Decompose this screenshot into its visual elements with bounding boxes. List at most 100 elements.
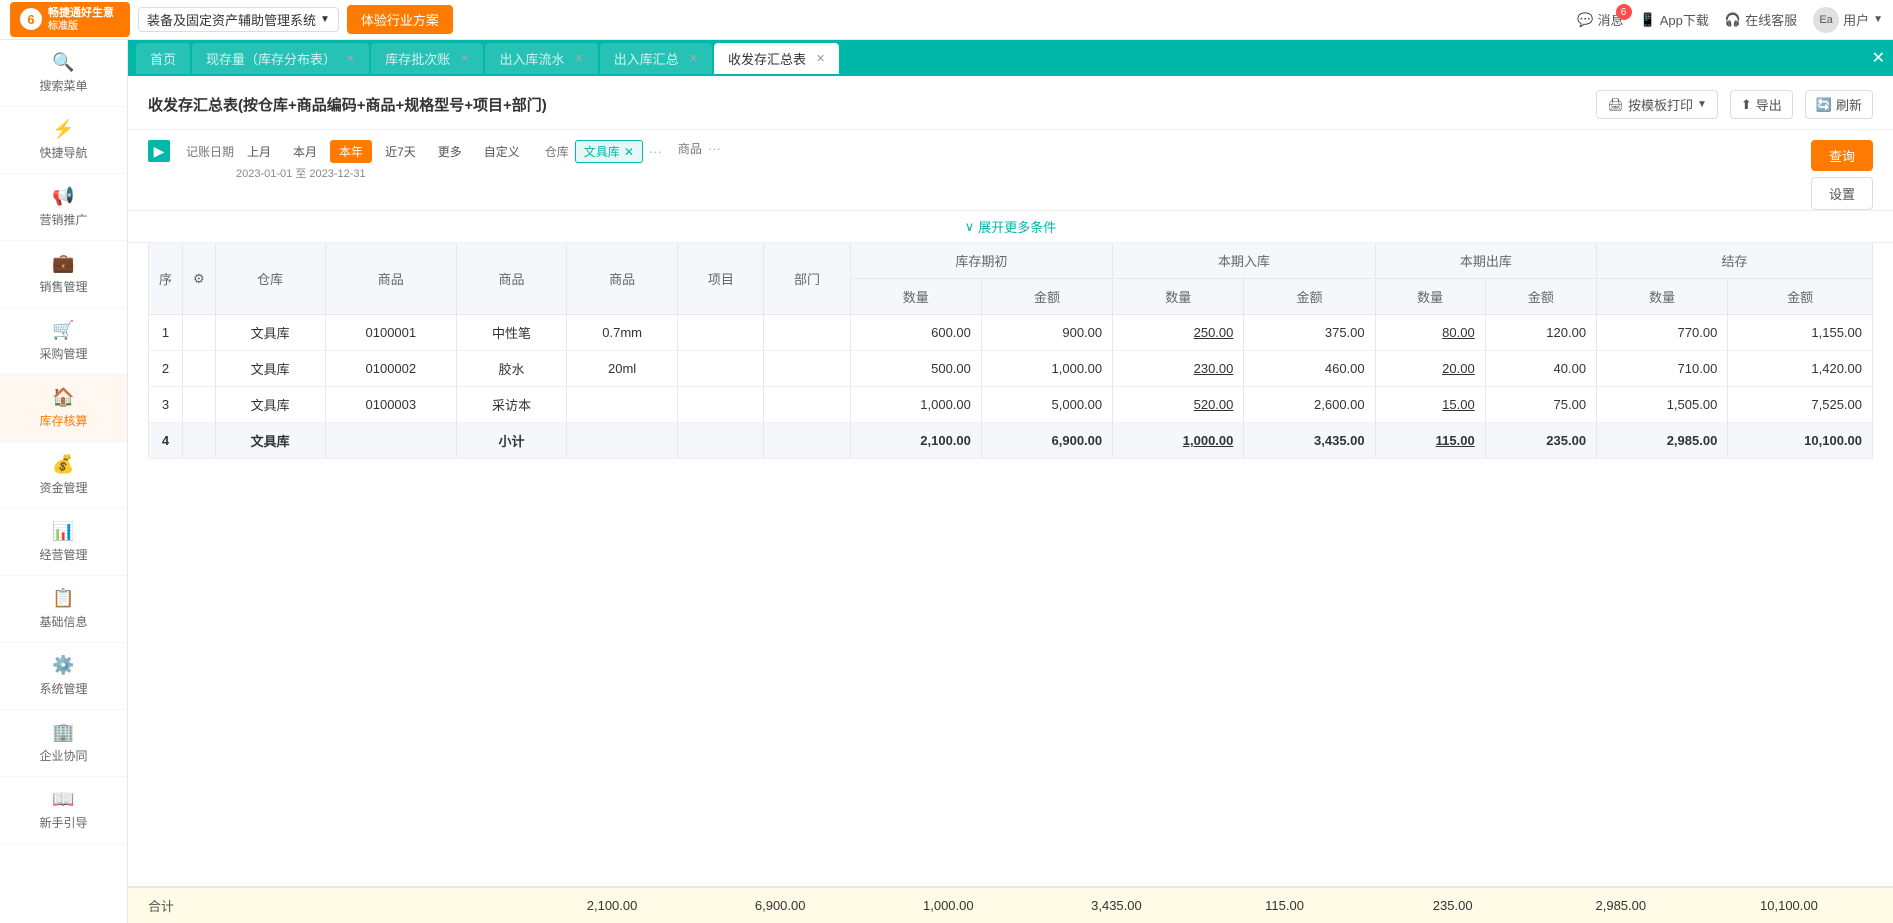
tab-label-home: 首页 [150, 49, 176, 68]
date-btn-more[interactable]: 更多 [429, 140, 471, 163]
app-download-item[interactable]: 📱 App下载 [1640, 10, 1709, 29]
headset-icon: 🎧 [1725, 12, 1741, 28]
tab-close-batch-ledger[interactable]: ✕ [460, 52, 469, 65]
page-title: 收发存汇总表(按仓库+商品编码+商品+规格型号+项目+部门) [148, 94, 547, 115]
sidebar-item-inventory[interactable]: 🏠库存核算 [0, 375, 127, 442]
cell-in-qty[interactable]: 1,000.00 [1113, 423, 1244, 459]
sidebar-item-finance[interactable]: 💰资金管理 [0, 442, 127, 509]
sidebar-label-search: 搜索菜单 [39, 77, 87, 94]
online-service-item[interactable]: 🎧 在线客服 [1725, 10, 1797, 29]
header-right: 💬 消息 6 📱 App下载 🎧 在线客服 Ea 用户 ▼ [1577, 7, 1883, 33]
cell-out-qty[interactable]: 80.00 [1375, 315, 1485, 351]
cell-closing-amt: 10,100.00 [1728, 423, 1873, 459]
tab-bar: 首页现存量（库存分布表）✕库存批次账✕出入库流水✕出入库汇总✕收发存汇总表✕✕ [128, 40, 1893, 76]
date-btn-last-month[interactable]: 上月 [238, 140, 280, 163]
settings-button[interactable]: 设置 [1811, 177, 1873, 210]
table-container: 序 ⚙ 仓库 商品 商品 商品 项目 部门 库存期初 本期入库 本期出库 结存 [128, 243, 1893, 886]
cell-warehouse: 文具库 [215, 387, 325, 423]
expand-label: 展开更多条件 [978, 217, 1056, 236]
cell-settings[interactable] [183, 387, 216, 423]
cell-department [764, 351, 850, 387]
logo-text: 畅捷通好生意 标准版 [48, 6, 114, 33]
cell-closing-qty: 2,985.00 [1597, 423, 1728, 459]
cell-settings[interactable] [183, 315, 216, 351]
warehouse-more-btn[interactable]: ··· [649, 144, 662, 159]
date-btn-custom[interactable]: 自定义 [475, 140, 529, 163]
filter-bar: ▶ 记账日期 上月 本月 本年 近7天 更多 自定义 [128, 130, 1893, 211]
tab-inventory-dist[interactable]: 现存量（库存分布表）✕ [192, 43, 369, 74]
chevron-down-icon: ▼ [1873, 14, 1883, 25]
cell-in-qty[interactable]: 520.00 [1113, 387, 1244, 423]
sidebar-item-operations[interactable]: 📊经营管理 [0, 509, 127, 576]
user-item[interactable]: Ea 用户 ▼ [1813, 7, 1883, 33]
sidebar-item-search[interactable]: 🔍搜索菜单 [0, 40, 127, 107]
sidebar-icon-finance: 💰 [52, 454, 74, 475]
tab-close-in-out-flow[interactable]: ✕ [575, 52, 584, 65]
date-btn-this-month[interactable]: 本月 [284, 140, 326, 163]
sidebar-item-marketing[interactable]: 📢营销推广 [0, 174, 127, 241]
tab-receive-send-summary[interactable]: 收发存汇总表✕ [714, 43, 839, 74]
app-download-label: App下载 [1660, 10, 1709, 29]
table-row: 1 文具库 0100001 中性笔 0.7mm 600.00 900.00 25… [149, 315, 1873, 351]
th-settings[interactable]: ⚙ [183, 243, 216, 315]
expand-conditions-btn[interactable]: ∨ 展开更多条件 [128, 211, 1893, 243]
goods-more-btn[interactable]: ··· [708, 141, 721, 156]
remove-warehouse-icon[interactable]: ✕ [624, 145, 634, 159]
date-btn-this-year[interactable]: 本年 [330, 140, 372, 163]
mobile-icon: 📱 [1640, 12, 1656, 28]
tab-in-out-flow[interactable]: 出入库流水 ✕ [485, 43, 597, 74]
message-item[interactable]: 💬 消息 6 [1577, 10, 1623, 29]
th-no: 序 [149, 243, 183, 315]
sidebar-item-guide[interactable]: 📖新手引导 [0, 777, 127, 844]
cell-out-qty[interactable]: 20.00 [1375, 351, 1485, 387]
sidebar-item-sales[interactable]: 💼销售管理 [0, 241, 127, 308]
chevron-down-icon: ▼ [1697, 99, 1707, 110]
tab-home[interactable]: 首页 [136, 43, 190, 74]
export-icon: ⬆ [1741, 97, 1752, 113]
tab-close-in-out-summary[interactable]: ✕ [689, 52, 698, 65]
cell-in-qty[interactable]: 230.00 [1113, 351, 1244, 387]
close-all-tabs-button[interactable]: ✕ [1872, 48, 1885, 68]
sidebar-item-purchase[interactable]: 🛒采购管理 [0, 308, 127, 375]
cell-out-amt: 40.00 [1485, 351, 1596, 387]
cell-out-qty[interactable]: 115.00 [1375, 423, 1485, 459]
cell-settings[interactable] [183, 351, 216, 387]
sidebar-item-system[interactable]: ⚙️系统管理 [0, 643, 127, 710]
cell-in-qty[interactable]: 250.00 [1113, 315, 1244, 351]
warehouse-tag[interactable]: 文具库 ✕ [575, 140, 643, 163]
date-btn-7days[interactable]: 近7天 [376, 140, 425, 163]
cell-settings[interactable] [183, 423, 216, 459]
cell-closing-amt: 7,525.00 [1728, 387, 1873, 423]
tab-label-in-out-flow: 出入库流水 [499, 49, 564, 68]
expand-filter-btn[interactable]: ▶ [148, 140, 170, 162]
sidebar-item-quick-nav[interactable]: ⚡快捷导航 [0, 107, 127, 174]
print-button[interactable]: 🖨 按模板打印 ▼ [1596, 90, 1717, 119]
system-title-select[interactable]: 装备及固定资产辅助管理系统 ▼ [138, 7, 339, 32]
chevron-down-icon: ∨ [965, 219, 975, 235]
tab-close-receive-send-summary[interactable]: ✕ [816, 52, 825, 65]
cell-closing-qty: 710.00 [1597, 351, 1728, 387]
refresh-button[interactable]: 🔄 刷新 [1805, 90, 1873, 119]
cell-closing-qty: 770.00 [1597, 315, 1728, 351]
cell-out-amt: 120.00 [1485, 315, 1596, 351]
tab-batch-ledger[interactable]: 库存批次账✕ [371, 43, 483, 74]
filter-action-buttons: 查询 设置 [1811, 140, 1873, 210]
tab-in-out-summary[interactable]: 出入库汇总✕ [600, 43, 712, 74]
user-label: 用户 [1843, 10, 1869, 29]
header-left: 6 畅捷通好生意 标准版 装备及固定资产辅助管理系统 ▼ 体验行业方案 [10, 2, 453, 37]
query-button[interactable]: 查询 [1811, 140, 1873, 171]
app-name: 畅捷通好生意 [48, 6, 114, 20]
sidebar-icon-quick-nav: ⚡ [52, 119, 74, 140]
cell-out-qty[interactable]: 15.00 [1375, 387, 1485, 423]
cell-warehouse: 文具库 [215, 315, 325, 351]
export-button[interactable]: ⬆ 导出 [1730, 90, 1793, 119]
tab-close-inventory-dist[interactable]: ✕ [346, 52, 355, 65]
th-name: 商品 [456, 243, 566, 315]
cell-project [678, 387, 764, 423]
trial-button[interactable]: 体验行业方案 [347, 5, 453, 34]
cell-spec: 20ml [566, 351, 677, 387]
sidebar-item-enterprise[interactable]: 🏢企业协同 [0, 710, 127, 777]
table-row: 2 文具库 0100002 胶水 20ml 500.00 1,000.00 23… [149, 351, 1873, 387]
sidebar-item-basic-info[interactable]: 📋基础信息 [0, 576, 127, 643]
cell-out-amt: 75.00 [1485, 387, 1596, 423]
